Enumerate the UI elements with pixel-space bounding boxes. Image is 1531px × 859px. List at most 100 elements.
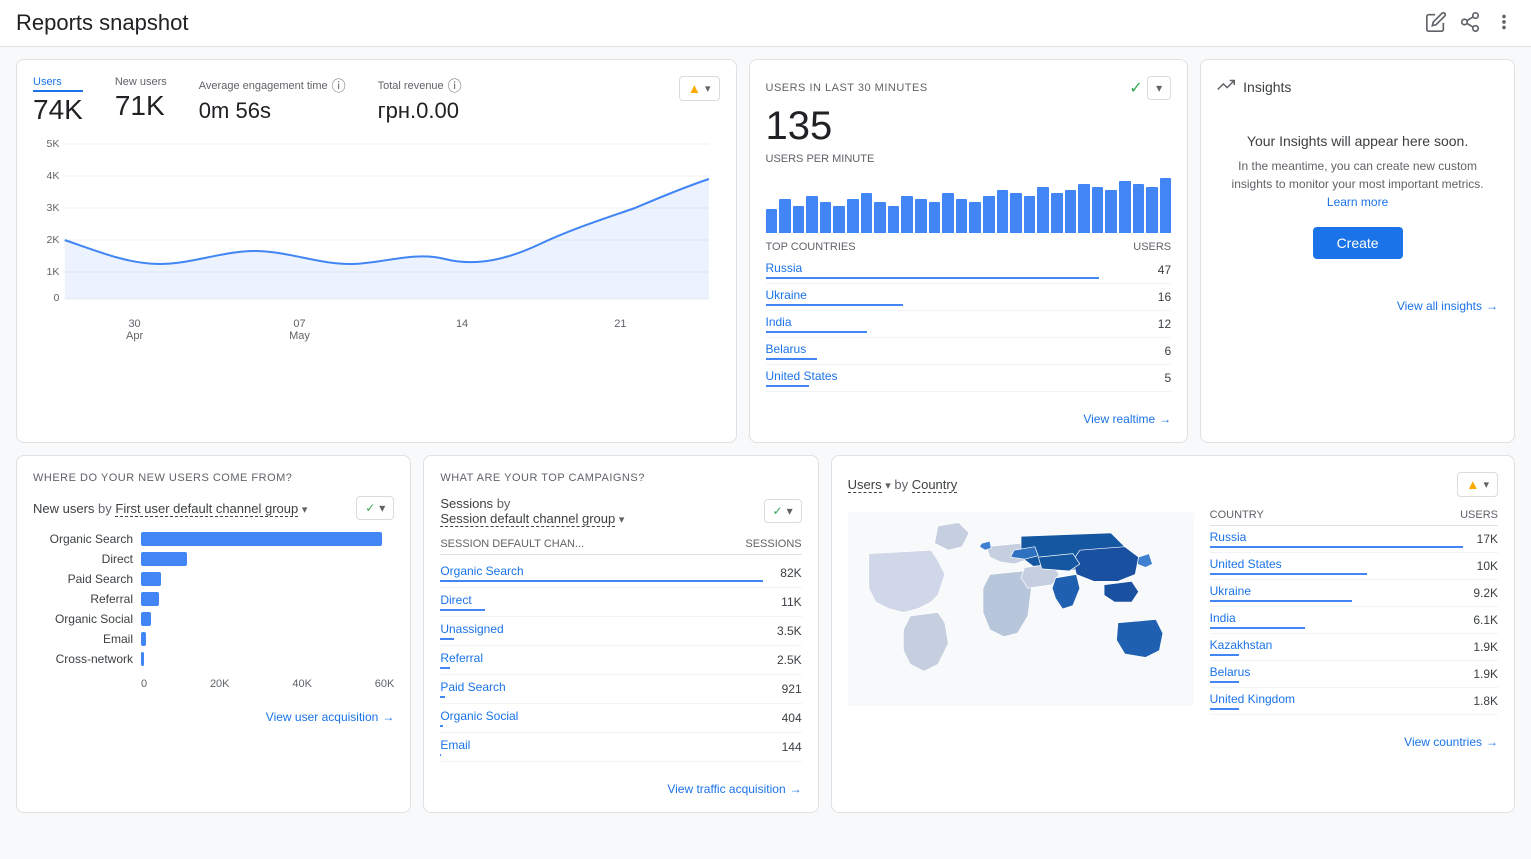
alert-chevron-icon: ▾: [705, 82, 711, 95]
bar-mini: [1037, 187, 1049, 233]
camp-value: 11K: [781, 595, 801, 609]
campaigns-rows: Organic Search 82K Direct 11K Unassigned…: [440, 559, 801, 762]
bar-mini: [874, 202, 886, 233]
create-insights-button[interactable]: Create: [1313, 227, 1403, 259]
alert-button[interactable]: ▲ ▾: [679, 76, 720, 101]
date-labels: 30Apr 07May 14 21: [33, 314, 720, 342]
geo-header-row: Users ▾ by Country ▲ ▾: [848, 472, 1498, 497]
view-user-acquisition-link[interactable]: View user acquisition →: [266, 710, 395, 724]
revenue-info-icon[interactable]: ⓘ: [448, 76, 462, 96]
camp-value: 144: [782, 740, 802, 754]
country-bar: [766, 331, 868, 333]
geo-country-bar: [1210, 681, 1239, 683]
camp-name[interactable]: Referral: [440, 651, 777, 665]
country-row: Ukraine 16: [766, 284, 1172, 311]
hbar-row: Cross-network: [33, 652, 394, 666]
metric-engagement: Average engagement time ⓘ 0m 56s: [199, 76, 346, 124]
chevron-icon: ▾: [1483, 478, 1489, 491]
insights-body-desc: In the meantime, you can create new cust…: [1225, 157, 1490, 211]
geo-alert-button[interactable]: ▲ ▾: [1457, 472, 1498, 497]
learn-more-link[interactable]: Learn more: [1327, 195, 1388, 209]
country-bar: [766, 358, 818, 360]
bar-mini: [956, 199, 968, 233]
geo-country-name[interactable]: Belarus: [1210, 665, 1474, 679]
svg-text:3K: 3K: [47, 203, 60, 214]
bar-mini: [1024, 196, 1036, 233]
geo-country-name[interactable]: Ukraine: [1210, 584, 1474, 598]
insights-title: Insights: [1243, 79, 1291, 95]
bar-mini: [820, 202, 832, 233]
arrow-right-icon: →: [1159, 412, 1171, 426]
bar-mini: [1160, 178, 1172, 233]
svg-text:0: 0: [54, 293, 60, 304]
camp-name[interactable]: Direct: [440, 593, 781, 607]
hbar-row: Organic Social: [33, 612, 394, 626]
more-icon[interactable]: [1493, 11, 1515, 36]
insights-footer: View all insights →: [1217, 291, 1498, 313]
geo-metric[interactable]: Users: [848, 477, 882, 493]
svg-text:2K: 2K: [47, 235, 60, 246]
arrow-right-icon: →: [1486, 299, 1498, 313]
camp-name[interactable]: Organic Social: [440, 709, 781, 723]
country-users: 6: [1164, 344, 1171, 358]
dimension-chevron-icon: ▾: [302, 504, 308, 516]
users-label[interactable]: Users: [33, 76, 83, 92]
geo-country-name[interactable]: India: [1210, 611, 1474, 625]
check-circle-icon: ✓: [1129, 78, 1143, 98]
insights-header: Insights: [1217, 76, 1498, 97]
bar-mini: [1146, 187, 1158, 233]
campaigns-dropdown[interactable]: ✓ ▾: [764, 499, 802, 523]
geo-country-cell: Ukraine: [1210, 584, 1474, 602]
camp-name[interactable]: Email: [440, 738, 781, 752]
acquisition-dropdown[interactable]: ✓ ▾: [356, 496, 394, 520]
bar-mini: [766, 209, 778, 233]
hbar-fill: [141, 552, 187, 566]
hbar-track: [141, 572, 394, 586]
geo-dimension[interactable]: Country: [912, 477, 958, 493]
hbar-track: [141, 532, 394, 546]
camp-bar: [440, 609, 484, 611]
country-name[interactable]: India: [766, 315, 1158, 329]
geo-country-name[interactable]: Russia: [1210, 530, 1477, 544]
view-traffic-acquisition-link[interactable]: View traffic acquisition →: [667, 782, 801, 796]
realtime-dropdown[interactable]: ▾: [1147, 76, 1171, 100]
hbar-fill: [141, 632, 146, 646]
country-users: 5: [1164, 371, 1171, 385]
geo-country-name[interactable]: United Kingdom: [1210, 692, 1474, 706]
edit-icon[interactable]: [1425, 11, 1447, 36]
page-header: Reports snapshot: [0, 0, 1531, 47]
country-name[interactable]: Ukraine: [766, 288, 1158, 302]
camp-name[interactable]: Organic Search: [440, 564, 780, 578]
country-name[interactable]: Belarus: [766, 342, 1165, 356]
acquisition-dimension[interactable]: First user default channel group: [115, 501, 298, 517]
insights-card: Insights Your Insights will appear here …: [1200, 59, 1515, 443]
campaigns-dimension[interactable]: Session default channel group: [440, 511, 615, 527]
view-realtime-link[interactable]: View realtime →: [1083, 412, 1171, 426]
bottom-row: WHERE DO YOUR NEW USERS COME FROM? New u…: [16, 455, 1515, 813]
view-all-insights-link[interactable]: View all insights →: [1397, 299, 1498, 313]
engagement-info-icon[interactable]: ⓘ: [332, 76, 346, 96]
country-name[interactable]: United States: [766, 369, 1165, 383]
camp-row: Unassigned 3.5K: [440, 617, 801, 646]
view-countries-link[interactable]: View countries →: [1404, 735, 1498, 749]
country-name[interactable]: Russia: [766, 261, 1158, 275]
geo-country-name[interactable]: Kazakhstan: [1210, 638, 1474, 652]
users-chart: 5K 4K 3K 2K 1K 0: [33, 134, 720, 314]
top-countries-table: TOP COUNTRIES USERS Russia 47 Ukraine 16…: [766, 241, 1172, 392]
geo-country-name[interactable]: United States: [1210, 557, 1477, 571]
campaigns-table-header: SESSION DEFAULT CHAN... SESSIONS: [440, 538, 801, 555]
world-map: [848, 509, 1194, 709]
bar-mini: [847, 199, 859, 233]
users-value: 74K: [33, 94, 83, 126]
geo-country-bar: [1210, 708, 1239, 710]
share-icon[interactable]: [1459, 11, 1481, 36]
geo-country-cell: Kazakhstan: [1210, 638, 1474, 656]
hbar-label: Email: [33, 632, 133, 646]
insights-body-title: Your Insights will appear here soon.: [1225, 133, 1490, 149]
camp-name[interactable]: Paid Search: [440, 680, 781, 694]
arrow-right-icon: →: [790, 782, 802, 796]
acquisition-card: WHERE DO YOUR NEW USERS COME FROM? New u…: [16, 455, 411, 813]
camp-name[interactable]: Unassigned: [440, 622, 777, 636]
hbar-label: Referral: [33, 592, 133, 606]
geo-country-cell: United Kingdom: [1210, 692, 1474, 710]
